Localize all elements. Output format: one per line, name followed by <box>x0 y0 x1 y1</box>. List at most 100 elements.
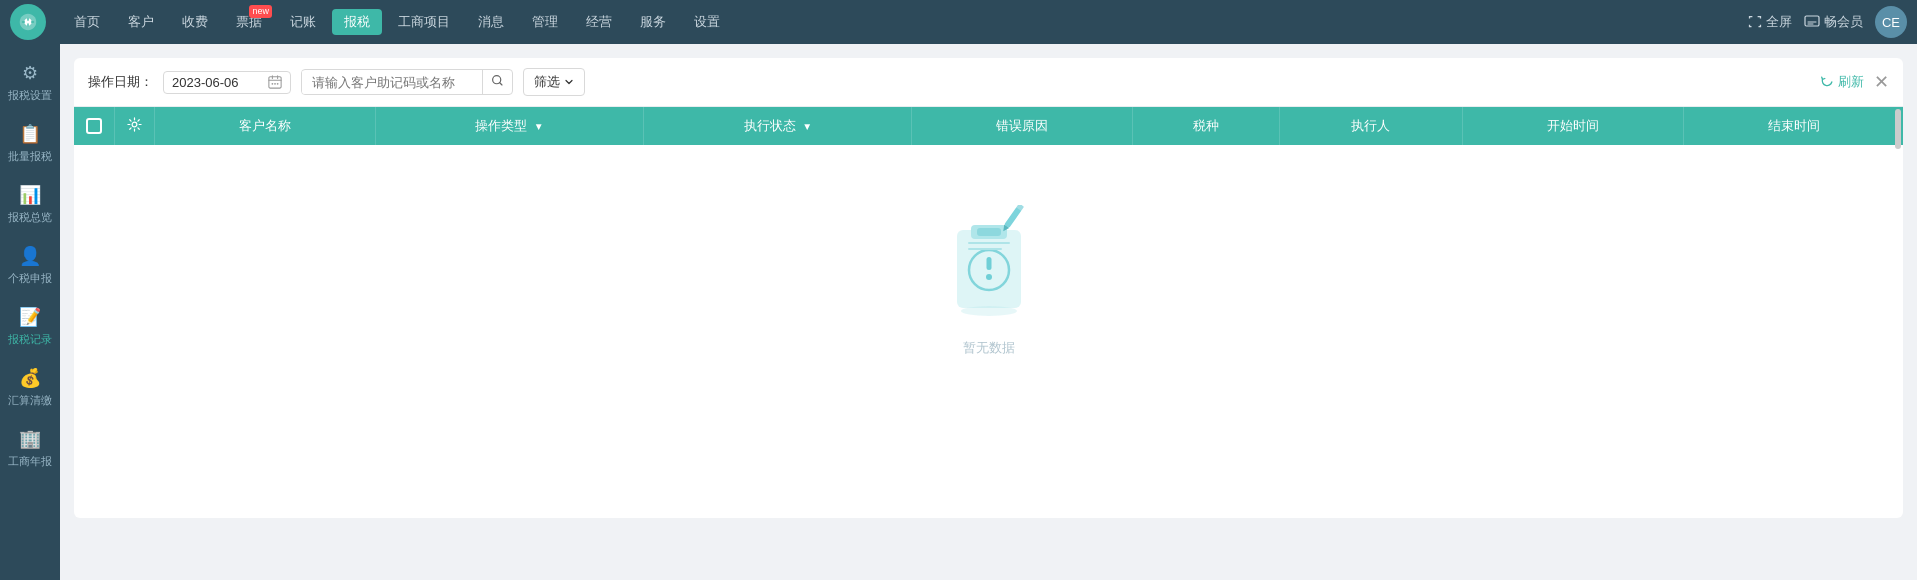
sidebar-item-个税申报[interactable]: 👤 个税申报 <box>2 237 58 294</box>
date-label: 操作日期： <box>88 73 153 91</box>
table-header: 客户名称 操作类型 ▼ 执行状态 ▼ 错误原因 <box>74 107 1903 145</box>
nav-item-消息[interactable]: 消息 <box>466 9 516 35</box>
th-error-reason: 错误原因 <box>912 107 1133 145</box>
th-operation-type-label: 操作类型 <box>475 118 527 133</box>
refresh-label: 刷新 <box>1838 73 1864 91</box>
member-label: 畅会员 <box>1824 13 1863 31</box>
sidebar-icon-1: 📋 <box>19 123 41 145</box>
sidebar-item-label: 汇算清缴 <box>8 393 52 408</box>
date-input-wrapper[interactable] <box>163 71 291 94</box>
th-exec-status-label: 执行状态 <box>744 118 796 133</box>
close-button[interactable]: ✕ <box>1874 73 1889 91</box>
sidebar: ⚙ 报税设置 📋批量报税 📊 报税总览 👤 个税申报 📝 报税记录 💰 汇算清缴 🏢 工商年报 <box>0 44 60 580</box>
calendar-icon <box>268 75 282 89</box>
nav-menu: 首页客户收费票据new记账报税工商项目消息管理经营服务设置 <box>62 9 1748 35</box>
nav-item-管理[interactable]: 管理 <box>520 9 570 35</box>
sidebar-item-工商年报[interactable]: 🏢 工商年报 <box>2 420 58 477</box>
nav-right: 全屏 畅会员 CE <box>1748 6 1907 38</box>
svg-point-19 <box>961 306 1017 316</box>
nav-item-经营[interactable]: 经营 <box>574 9 624 35</box>
sidebar-item-报税设置[interactable]: ⚙ 报税设置 <box>2 54 58 111</box>
svg-rect-14 <box>1004 207 1022 228</box>
avatar-text: CE <box>1882 15 1900 30</box>
sidebar-icon-4: 📝 <box>19 306 41 328</box>
nav-item-设置[interactable]: 设置 <box>682 9 732 35</box>
fullscreen-icon <box>1748 15 1762 29</box>
sidebar-icon-5: 💰 <box>19 367 41 389</box>
sidebar-icon-6: 🏢 <box>19 428 41 450</box>
nav-item-收费[interactable]: 收费 <box>170 9 220 35</box>
sort-arrow-status: ▼ <box>802 121 812 132</box>
sidebar-item-报税记录[interactable]: 📝 报税记录 <box>2 298 58 355</box>
th-start-time-label: 开始时间 <box>1547 118 1599 133</box>
sidebar-item-批量报税[interactable]: 📋批量报税 <box>2 115 58 172</box>
th-operation-type[interactable]: 操作类型 ▼ <box>375 107 643 145</box>
sidebar-item-label: 报税记录 <box>8 332 52 347</box>
th-end-time-label: 结束时间 <box>1768 118 1820 133</box>
nav-item-记账[interactable]: 记账 <box>278 9 328 35</box>
nav-item-客户[interactable]: 客户 <box>116 9 166 35</box>
empty-illustration <box>929 205 1049 325</box>
member-icon <box>1804 14 1820 30</box>
sidebar-icon-2: 📊 <box>19 184 41 206</box>
nav-item-首页[interactable]: 首页 <box>62 9 112 35</box>
refresh-icon <box>1820 75 1834 89</box>
refresh-button[interactable]: 刷新 <box>1820 73 1864 91</box>
sidebar-item-label: 报税总览 <box>8 210 52 225</box>
svg-point-6 <box>132 122 137 127</box>
sort-arrow-operation: ▼ <box>534 121 544 132</box>
app-logo[interactable] <box>10 4 46 40</box>
select-all-checkbox[interactable] <box>86 118 102 134</box>
nav-item-票据[interactable]: 票据new <box>224 9 274 35</box>
th-settings <box>115 107 155 145</box>
sidebar-item-label: 报税设置 <box>8 88 52 103</box>
svg-point-3 <box>274 83 276 85</box>
th-customer-name: 客户名称 <box>155 107 376 145</box>
th-tax-type: 税种 <box>1133 107 1279 145</box>
avatar[interactable]: CE <box>1875 6 1907 38</box>
content-panel: 操作日期： <box>74 58 1903 518</box>
sidebar-icon-3: 👤 <box>19 245 41 267</box>
th-checkbox <box>74 107 115 145</box>
svg-point-2 <box>272 83 274 85</box>
nav-item-报税[interactable]: 报税 <box>332 9 382 35</box>
th-start-time: 开始时间 <box>1463 107 1684 145</box>
member-button[interactable]: 畅会员 <box>1804 13 1863 31</box>
chevron-down-icon <box>564 77 574 87</box>
main-content: 操作日期： <box>60 44 1917 580</box>
empty-state: 暂无数据 <box>74 145 1903 397</box>
filter-button[interactable]: 筛选 <box>523 68 585 96</box>
top-navigation: 首页客户收费票据new记账报税工商项目消息管理经营服务设置 全屏 畅会员 CE <box>0 0 1917 44</box>
svg-rect-10 <box>977 228 1001 236</box>
svg-point-4 <box>277 83 279 85</box>
sidebar-item-汇算清缴[interactable]: 💰 汇算清缴 <box>2 359 58 416</box>
search-icon <box>491 74 504 87</box>
filter-label: 筛选 <box>534 73 560 91</box>
nav-item-工商项目[interactable]: 工商项目 <box>386 9 462 35</box>
table-wrapper: 客户名称 操作类型 ▼ 执行状态 ▼ 错误原因 <box>74 107 1903 397</box>
th-error-reason-label: 错误原因 <box>996 118 1048 133</box>
panel-toolbar: 操作日期： <box>74 58 1903 107</box>
th-exec-status[interactable]: 执行状态 ▼ <box>644 107 912 145</box>
search-input[interactable] <box>302 71 482 94</box>
sidebar-item-label: 工商年报 <box>8 454 52 469</box>
data-table: 客户名称 操作类型 ▼ 执行状态 ▼ 错误原因 <box>74 107 1903 397</box>
fullscreen-button[interactable]: 全屏 <box>1748 13 1792 31</box>
date-input[interactable] <box>172 75 262 90</box>
fullscreen-label: 全屏 <box>1766 13 1792 31</box>
nav-item-服务[interactable]: 服务 <box>628 9 678 35</box>
settings-icon[interactable] <box>127 117 142 132</box>
sidebar-icon-0: ⚙ <box>22 62 38 84</box>
svg-point-13 <box>986 274 992 280</box>
table-body: 暂无数据 <box>74 145 1903 397</box>
badge-new: new <box>249 5 272 18</box>
sidebar-item-报税总览[interactable]: 📊 报税总览 <box>2 176 58 233</box>
search-button[interactable] <box>482 70 512 94</box>
empty-text: 暂无数据 <box>963 339 1015 357</box>
th-end-time: 结束时间 <box>1684 107 1904 145</box>
th-executor: 执行人 <box>1279 107 1463 145</box>
search-wrapper <box>301 69 513 95</box>
sidebar-item-label: 个税申报 <box>8 271 52 286</box>
th-tax-type-label: 税种 <box>1193 118 1219 133</box>
scrollbar-thumb[interactable] <box>1895 109 1901 149</box>
